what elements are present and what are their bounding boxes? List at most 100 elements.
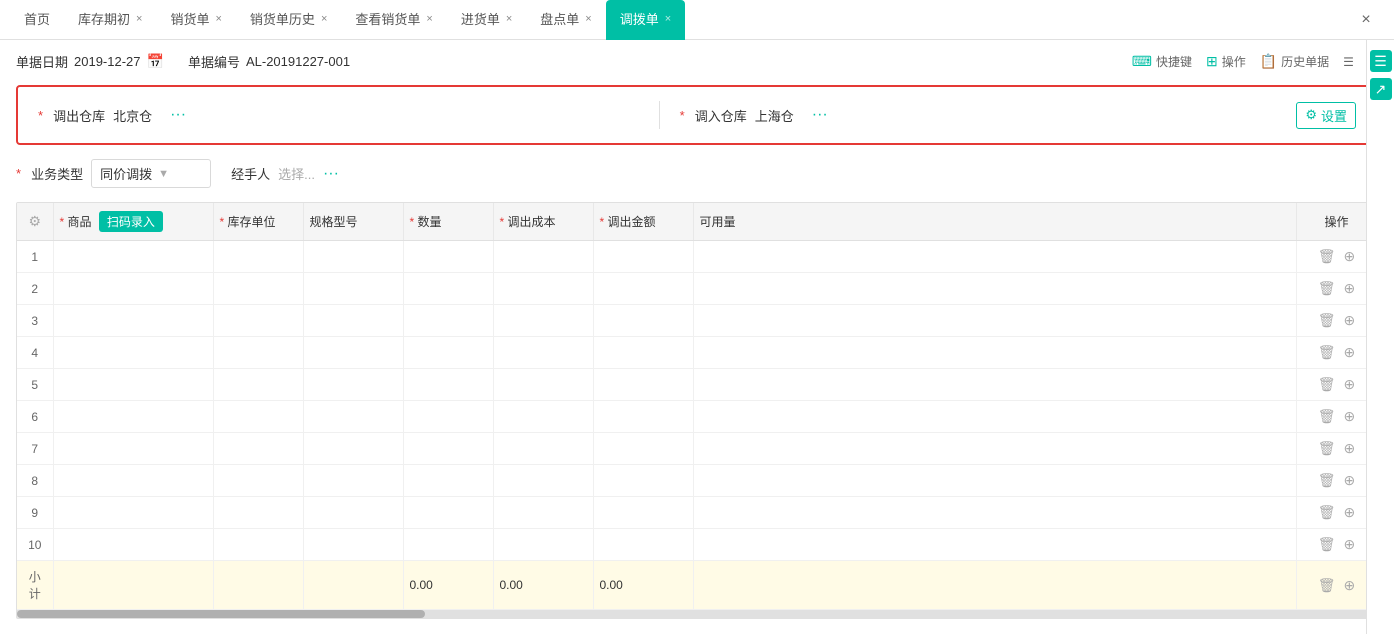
row-cost[interactable] xyxy=(493,273,593,305)
row-copy-icon[interactable]: ⊕ xyxy=(1344,408,1356,425)
row-product[interactable] xyxy=(53,465,213,497)
row-qty[interactable] xyxy=(403,497,493,529)
row-qty[interactable] xyxy=(403,433,493,465)
out-warehouse-value[interactable]: 北京仓 xyxy=(113,106,152,125)
row-spec[interactable] xyxy=(303,241,403,273)
row-spec[interactable] xyxy=(303,401,403,433)
tab-inventory-init-close[interactable]: × xyxy=(136,13,142,25)
row-qty[interactable] xyxy=(403,337,493,369)
row-unit[interactable] xyxy=(213,241,303,273)
row-amount[interactable] xyxy=(593,273,693,305)
row-spec[interactable] xyxy=(303,465,403,497)
row-copy-icon[interactable]: ⊕ xyxy=(1344,312,1356,329)
tab-view-sales[interactable]: 查看销货单 × xyxy=(341,0,446,40)
row-amount[interactable] xyxy=(593,369,693,401)
tab-stocktake[interactable]: 盘点单 × xyxy=(526,0,605,40)
row-cost[interactable] xyxy=(493,433,593,465)
row-spec[interactable] xyxy=(303,337,403,369)
row-delete-icon[interactable]: 🗑 xyxy=(1318,312,1336,329)
row-cost[interactable] xyxy=(493,401,593,433)
subtotal-delete-icon[interactable]: 🗑 xyxy=(1318,577,1336,594)
row-qty[interactable] xyxy=(403,401,493,433)
out-warehouse-more[interactable]: ··· xyxy=(170,106,186,124)
tab-view-sales-close[interactable]: × xyxy=(426,13,432,25)
row-copy-icon[interactable]: ⊕ xyxy=(1344,504,1356,521)
row-copy-icon[interactable]: ⊕ xyxy=(1344,472,1356,489)
row-amount[interactable] xyxy=(593,497,693,529)
row-delete-icon[interactable]: 🗑 xyxy=(1318,408,1336,425)
row-product[interactable] xyxy=(53,497,213,529)
biz-type-select[interactable]: 同价调拨 ▼ xyxy=(91,159,211,188)
row-amount[interactable] xyxy=(593,337,693,369)
row-cost[interactable] xyxy=(493,241,593,273)
row-qty[interactable] xyxy=(403,241,493,273)
row-amount[interactable] xyxy=(593,465,693,497)
row-cost[interactable] xyxy=(493,529,593,561)
row-copy-icon[interactable]: ⊕ xyxy=(1344,536,1356,553)
handler-more[interactable]: ··· xyxy=(323,165,339,183)
row-cost[interactable] xyxy=(493,497,593,529)
row-unit[interactable] xyxy=(213,433,303,465)
row-delete-icon[interactable]: 🗑 xyxy=(1318,280,1336,297)
row-qty[interactable] xyxy=(403,529,493,561)
row-product[interactable] xyxy=(53,337,213,369)
row-copy-icon[interactable]: ⊕ xyxy=(1344,376,1356,393)
row-delete-icon[interactable]: 🗑 xyxy=(1318,472,1336,489)
row-product[interactable] xyxy=(53,433,213,465)
row-cost[interactable] xyxy=(493,369,593,401)
tab-transfer[interactable]: 调拨单 × xyxy=(606,0,685,40)
tab-sales-history[interactable]: 销货单历史 × xyxy=(236,0,341,40)
layout-list-button[interactable]: ☰ xyxy=(1343,55,1354,69)
row-product[interactable] xyxy=(53,401,213,433)
row-qty[interactable] xyxy=(403,273,493,305)
row-unit[interactable] xyxy=(213,465,303,497)
row-spec[interactable] xyxy=(303,305,403,337)
tab-purchase-close[interactable]: × xyxy=(506,13,512,25)
tab-inventory-init[interactable]: 库存期初 × xyxy=(64,0,156,40)
tab-sales[interactable]: 销货单 × xyxy=(156,0,235,40)
row-unit[interactable] xyxy=(213,305,303,337)
scan-button[interactable]: 扫码录入 xyxy=(99,211,163,232)
table-settings-icon[interactable]: ⚙ xyxy=(28,213,41,229)
row-spec[interactable] xyxy=(303,529,403,561)
operation-button[interactable]: ⊞ 操作 xyxy=(1206,53,1246,70)
row-qty[interactable] xyxy=(403,369,493,401)
tab-purchase[interactable]: 进货单 × xyxy=(447,0,526,40)
row-amount[interactable] xyxy=(593,305,693,337)
in-warehouse-value[interactable]: 上海仓 xyxy=(755,106,794,125)
row-delete-icon[interactable]: 🗑 xyxy=(1318,504,1336,521)
row-delete-icon[interactable]: 🗑 xyxy=(1318,536,1336,553)
subtotal-copy-icon[interactable]: ⊕ xyxy=(1344,577,1356,594)
in-warehouse-more[interactable]: ··· xyxy=(812,106,828,124)
row-delete-icon[interactable]: 🗑 xyxy=(1318,440,1336,457)
row-spec[interactable] xyxy=(303,433,403,465)
tab-sales-history-close[interactable]: × xyxy=(321,13,327,25)
tab-sales-close[interactable]: × xyxy=(215,13,221,25)
row-unit[interactable] xyxy=(213,497,303,529)
row-amount[interactable] xyxy=(593,529,693,561)
row-qty[interactable] xyxy=(403,465,493,497)
history-button[interactable]: 📋 历史单据 xyxy=(1260,53,1329,70)
row-qty[interactable] xyxy=(403,305,493,337)
settings-button[interactable]: ⚙ 设置 xyxy=(1296,102,1356,129)
row-delete-icon[interactable]: 🗑 xyxy=(1318,376,1336,393)
handler-placeholder[interactable]: 选择... xyxy=(278,164,315,183)
tab-home[interactable]: 首页 xyxy=(10,0,64,40)
row-product[interactable] xyxy=(53,529,213,561)
window-close-button[interactable]: × xyxy=(1348,2,1384,38)
row-cost[interactable] xyxy=(493,465,593,497)
tab-stocktake-close[interactable]: × xyxy=(585,13,591,25)
row-copy-icon[interactable]: ⊕ xyxy=(1344,344,1356,361)
row-unit[interactable] xyxy=(213,401,303,433)
row-spec[interactable] xyxy=(303,273,403,305)
row-product[interactable] xyxy=(53,369,213,401)
row-unit[interactable] xyxy=(213,529,303,561)
row-unit[interactable] xyxy=(213,273,303,305)
row-copy-icon[interactable]: ⊕ xyxy=(1344,248,1356,265)
row-spec[interactable] xyxy=(303,369,403,401)
sidebar-export-icon[interactable]: ↗ xyxy=(1370,78,1392,100)
row-cost[interactable] xyxy=(493,337,593,369)
row-cost[interactable] xyxy=(493,305,593,337)
row-spec[interactable] xyxy=(303,497,403,529)
shortcut-button[interactable]: ⌨ 快捷键 xyxy=(1132,53,1192,70)
